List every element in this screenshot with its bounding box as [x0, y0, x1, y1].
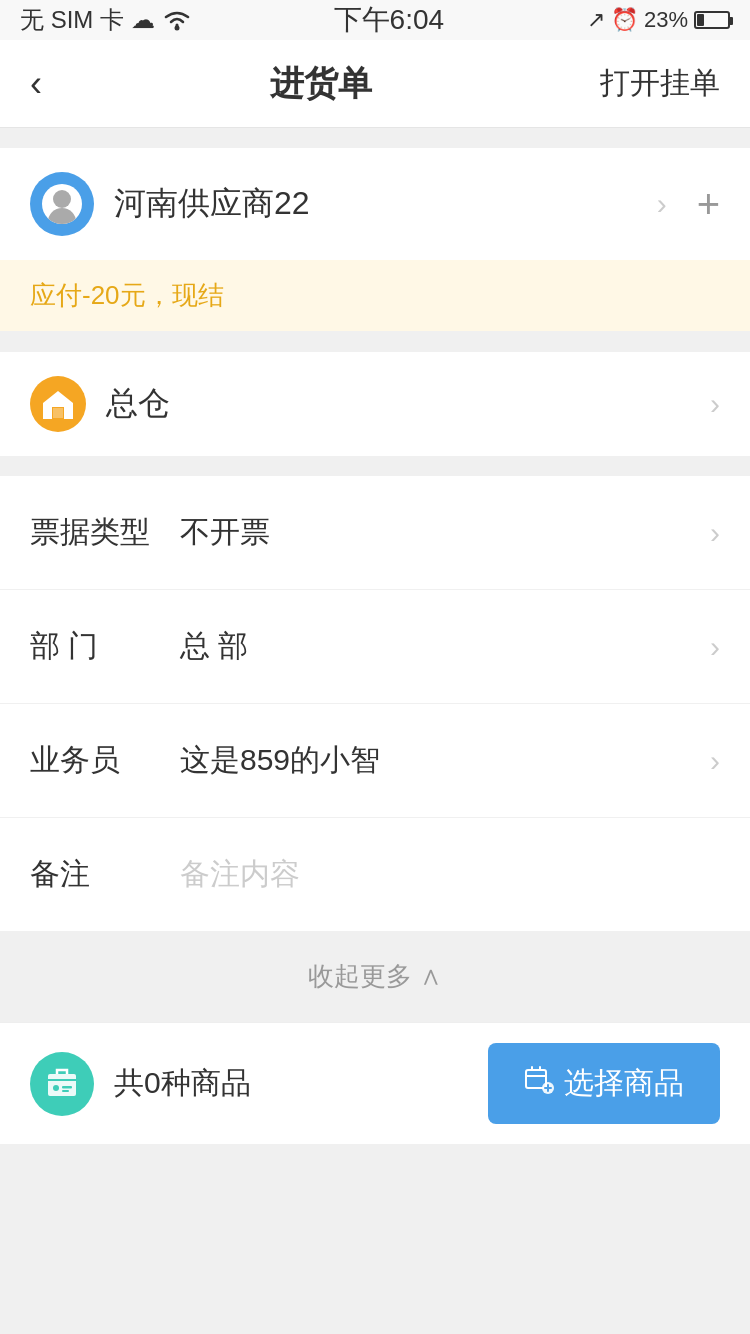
battery-percent: 23% [644, 7, 688, 33]
wifi-icon [163, 9, 191, 31]
battery-icon [694, 11, 730, 29]
product-count: 共0种商品 [114, 1063, 488, 1104]
select-product-icon [524, 1066, 554, 1101]
page-background [0, 1144, 750, 1334]
department-chevron-icon: › [710, 630, 720, 664]
status-right: ↗ ⏰ 23% [587, 7, 730, 33]
collapse-row[interactable]: 收起更多 ∧ [0, 931, 750, 1022]
invoice-type-row[interactable]: 票据类型 不开票 › [0, 476, 750, 590]
svg-rect-6 [62, 1090, 69, 1092]
department-value: 总 部 [170, 626, 710, 667]
warehouse-section: 总仓 › [0, 351, 750, 456]
remark-label: 备注 [30, 854, 170, 895]
add-supplier-button[interactable]: + [697, 184, 720, 224]
remark-row[interactable]: 备注 备注内容 [0, 818, 750, 931]
warehouse-icon [30, 376, 86, 432]
warehouse-name: 总仓 [106, 382, 710, 426]
page-title: 进货单 [270, 61, 372, 107]
salesperson-value: 这是859的小智 [170, 740, 710, 781]
svg-point-0 [174, 26, 179, 31]
payment-notice: 应付-20元，现结 [0, 260, 750, 331]
svg-point-4 [53, 1085, 59, 1091]
supplier-row[interactable]: 河南供应商22 › + [0, 148, 750, 260]
status-bar: 无 SIM 卡 ☁ 下午6:04 ↗ ⏰ 23% [0, 0, 750, 40]
section-divider-top [0, 128, 750, 148]
bottom-bar: 共0种商品 选择商品 [0, 1022, 750, 1144]
select-product-button[interactable]: 选择商品 [488, 1043, 720, 1124]
supplier-name: 河南供应商22 [114, 182, 657, 226]
invoice-type-value: 不开票 [170, 512, 710, 553]
department-row[interactable]: 部 门 总 部 › [0, 590, 750, 704]
svg-rect-5 [62, 1086, 72, 1089]
svg-rect-3 [48, 1074, 76, 1096]
salesperson-row[interactable]: 业务员 这是859的小智 › [0, 704, 750, 818]
location-icon: ↗ [587, 7, 605, 33]
invoice-type-label: 票据类型 [30, 512, 170, 553]
form-section: 票据类型 不开票 › 部 门 总 部 › 业务员 这是859的小智 › 备注 备… [0, 476, 750, 931]
salesperson-chevron-icon: › [710, 744, 720, 778]
status-left: 无 SIM 卡 ☁ [20, 4, 191, 36]
nav-bar: ‹ 进货单 打开挂单 [0, 40, 750, 128]
warehouse-chevron-icon: › [710, 387, 720, 421]
back-button[interactable]: ‹ [30, 63, 42, 105]
svg-rect-2 [53, 408, 63, 418]
collapse-label[interactable]: 收起更多 ∧ [308, 959, 441, 994]
product-icon [30, 1052, 94, 1116]
supplier-chevron-icon: › [657, 187, 667, 221]
select-product-label: 选择商品 [564, 1063, 684, 1104]
salesperson-label: 业务员 [30, 740, 170, 781]
open-pending-button[interactable]: 打开挂单 [600, 63, 720, 104]
department-label: 部 门 [30, 626, 170, 667]
warehouse-row[interactable]: 总仓 › [0, 351, 750, 456]
alarm-icon: ⏰ [611, 7, 638, 33]
supplier-section: 河南供应商22 › + 应付-20元，现结 [0, 148, 750, 331]
status-time: 下午6:04 [334, 1, 445, 39]
remark-input[interactable]: 备注内容 [170, 854, 720, 895]
supplier-avatar [30, 172, 94, 236]
invoice-type-chevron-icon: › [710, 516, 720, 550]
sim-status: 无 SIM 卡 ☁ [20, 4, 155, 36]
supplier-actions: › + [657, 184, 720, 224]
